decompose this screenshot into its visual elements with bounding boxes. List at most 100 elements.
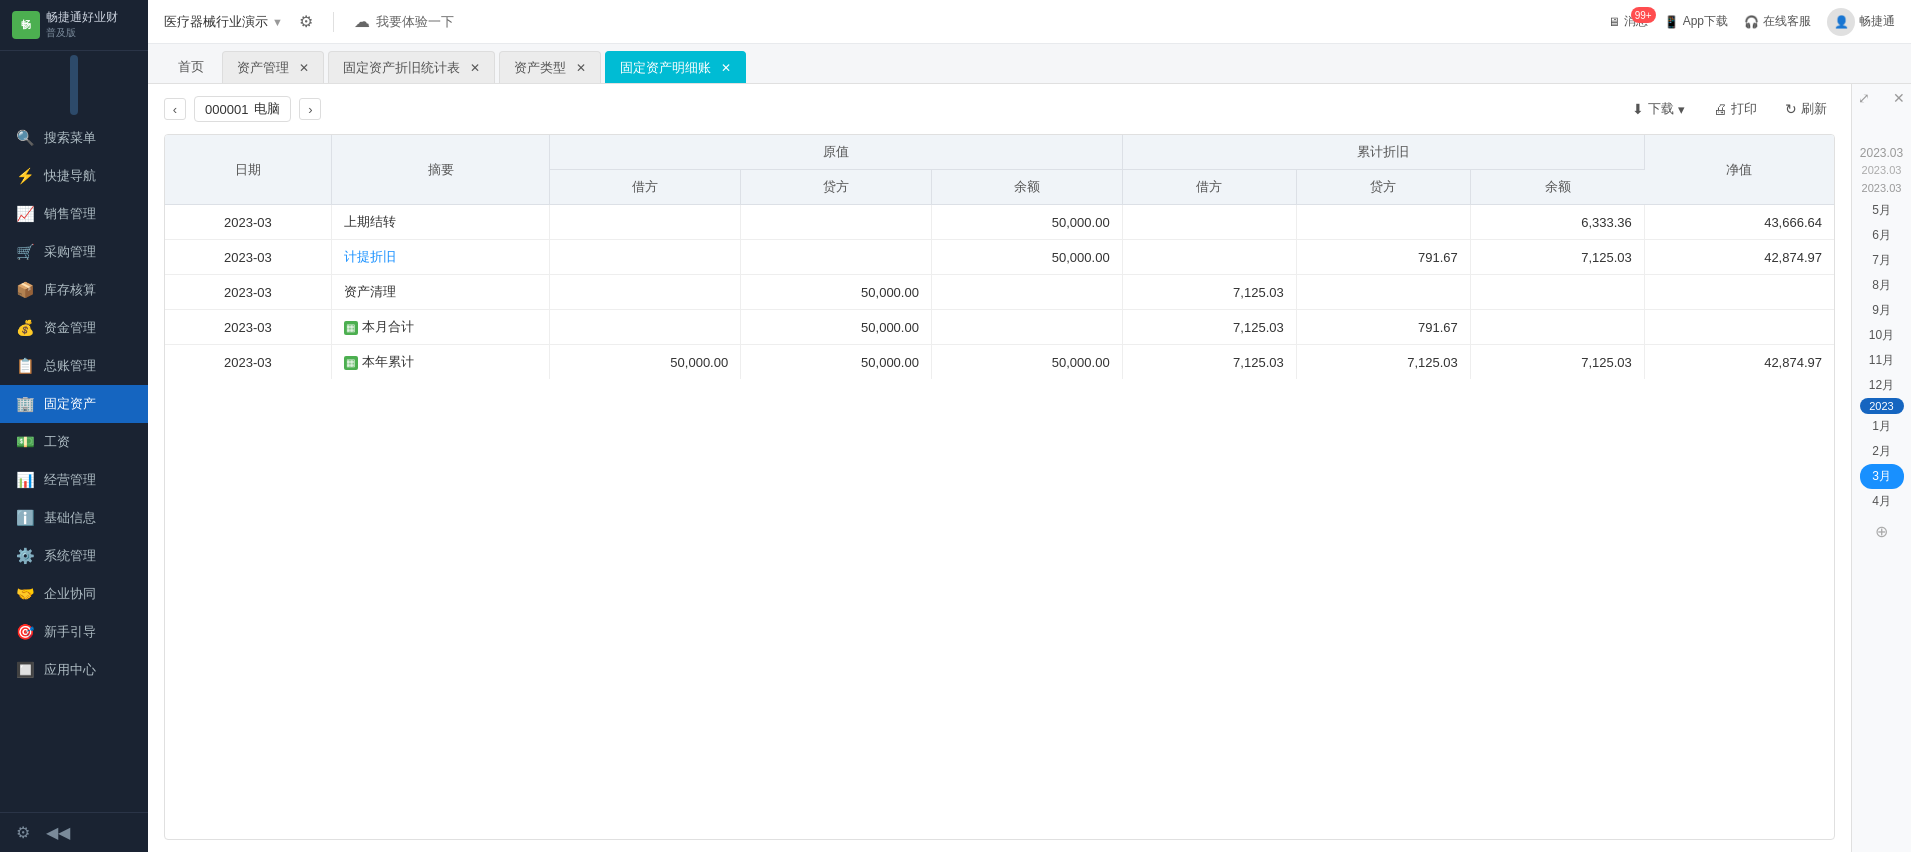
timeline-close-button[interactable]: ✕ <box>1893 90 1905 106</box>
timeline-item[interactable]: 7月 <box>1860 248 1904 273</box>
panel-nav: ‹ 000001 电脑 › ⬇ 下载 ▾ 🖨 打印 <box>164 96 1835 122</box>
cell-orig-credit: 50,000.00 <box>741 310 932 345</box>
timeline-item[interactable]: 11月 <box>1860 348 1904 373</box>
prev-asset-button[interactable]: ‹ <box>164 98 186 120</box>
sidebar-item-guide[interactable]: 🎯 新手引导 <box>0 613 148 651</box>
tab-fixed-asset-detail[interactable]: 固定资产明细账 ✕ <box>605 51 746 83</box>
sidebar-item-label: 工资 <box>44 433 70 451</box>
cell-accum-debit <box>1122 205 1296 240</box>
cell-date: 2023-03 <box>165 240 331 275</box>
link-text[interactable]: 计提折旧 <box>344 249 396 264</box>
cell-date: 2023-03 <box>165 310 331 345</box>
timeline-item[interactable]: 4月 <box>1860 489 1904 514</box>
cell-accum-credit: 791.67 <box>1296 310 1470 345</box>
salary-icon: 💵 <box>16 433 34 451</box>
timeline-item[interactable]: 2023 <box>1860 398 1904 414</box>
cell-summary: 计提折旧 <box>331 240 550 275</box>
tab-home[interactable]: 首页 <box>164 51 218 83</box>
sales-icon: 📈 <box>16 205 34 223</box>
cell-accum-credit: 7,125.03 <box>1296 345 1470 380</box>
print-icon: 🖨 <box>1713 101 1727 117</box>
download-dropdown-icon: ▾ <box>1678 102 1685 117</box>
logo-text: 畅捷通好业财 普及版 <box>46 10 118 40</box>
fixed-assets-icon: 🏢 <box>16 395 34 413</box>
cell-orig-balance <box>931 310 1122 345</box>
tab-close-icon[interactable]: ✕ <box>470 61 480 75</box>
inventory-icon: 📦 <box>16 281 34 299</box>
col-orig-debit: 借方 <box>550 170 741 205</box>
app-download-button[interactable]: 📱 App下载 <box>1664 13 1728 30</box>
sidebar-item-ledger[interactable]: 📋 总账管理 <box>0 347 148 385</box>
dropdown-arrow-icon: ▼ <box>272 16 283 28</box>
cell-net-value: 43,666.64 <box>1644 205 1834 240</box>
print-button[interactable]: 🖨 打印 <box>1705 96 1765 122</box>
basic-info-icon: ℹ️ <box>16 509 34 527</box>
timeline-item[interactable]: 1月 <box>1860 414 1904 439</box>
customer-service-button[interactable]: 🎧 在线客服 <box>1744 13 1811 30</box>
message-icon: 🖥 <box>1608 15 1620 29</box>
cell-orig-debit <box>550 240 741 275</box>
sidebar-item-label: 总账管理 <box>44 357 96 375</box>
sidebar-item-purchase[interactable]: 🛒 采购管理 <box>0 233 148 271</box>
sidebar-item-basic-info[interactable]: ℹ️ 基础信息 <box>0 499 148 537</box>
table-row: 2023-03 上期结转 50,000.00 6,333.36 43,666.6… <box>165 205 1834 240</box>
tab-close-icon[interactable]: ✕ <box>721 61 731 75</box>
sidebar-item-label: 经营管理 <box>44 471 96 489</box>
timeline-item[interactable]: 8月 <box>1860 273 1904 298</box>
timeline-item[interactable]: 3月 <box>1860 464 1904 489</box>
divider <box>333 12 334 32</box>
cell-orig-credit: 50,000.00 <box>741 345 932 380</box>
download-button[interactable]: ⬇ 下载 ▾ <box>1624 96 1693 122</box>
sidebar-item-collaboration[interactable]: 🤝 企业协同 <box>0 575 148 613</box>
cell-summary: ▦本年累计 <box>331 345 550 380</box>
sidebar-item-label: 固定资产 <box>44 395 96 413</box>
cell-accum-debit: 7,125.03 <box>1122 310 1296 345</box>
sidebar-item-system[interactable]: ⚙️ 系统管理 <box>0 537 148 575</box>
sidebar-item-sales[interactable]: 📈 销售管理 <box>0 195 148 233</box>
message-button[interactable]: 🖥 消息 99+ <box>1608 13 1648 30</box>
settings-icon[interactable]: ⚙ <box>16 823 30 842</box>
tab-depreciation-stats[interactable]: 固定资产折旧统计表 ✕ <box>328 51 495 83</box>
cell-net-value <box>1644 310 1834 345</box>
timeline-item[interactable]: 12月 <box>1860 373 1904 398</box>
experience-button[interactable]: ☁ 我要体验一下 <box>354 12 454 31</box>
timeline-item[interactable]: 2023.03 <box>1860 178 1904 198</box>
tab-asset-type[interactable]: 资产类型 ✕ <box>499 51 601 83</box>
customer-service-icon: 🎧 <box>1744 15 1759 29</box>
sidebar-item-inventory[interactable]: 📦 库存核算 <box>0 271 148 309</box>
timeline-item[interactable]: 5月 <box>1860 198 1904 223</box>
cell-summary: 上期结转 <box>331 205 550 240</box>
sidebar-item-label: 销售管理 <box>44 205 96 223</box>
sidebar-item-operations[interactable]: 📊 经营管理 <box>0 461 148 499</box>
timeline-item[interactable]: 10月 <box>1860 323 1904 348</box>
settings-icon[interactable]: ⚙ <box>299 12 313 31</box>
tabbar: 首页 资产管理 ✕ 固定资产折旧统计表 ✕ 资产类型 ✕ 固定资产明细账 ✕ <box>148 44 1911 84</box>
user-profile[interactable]: 👤 畅捷通 <box>1827 8 1895 36</box>
logo-icon: 畅 <box>12 11 40 39</box>
sidebar-item-label: 基础信息 <box>44 509 96 527</box>
asset-selector[interactable]: 000001 电脑 <box>194 96 291 122</box>
topbar-title: 医疗器械行业演示 ▼ <box>164 13 283 31</box>
timeline-panel: ✕ ⤢ 2023.03 2023.03 2023.035月6月7月8月9月10月… <box>1851 84 1911 852</box>
timeline-scroll-down[interactable]: ⊕ <box>1875 522 1888 541</box>
next-asset-button[interactable]: › <box>299 98 321 120</box>
tab-asset-management[interactable]: 资产管理 ✕ <box>222 51 324 83</box>
sidebar-item-fixed-assets[interactable]: 🏢 固定资产 <box>0 385 148 423</box>
tab-close-icon[interactable]: ✕ <box>576 61 586 75</box>
collapse-icon[interactable]: ◀◀ <box>46 823 70 842</box>
guide-icon: 🎯 <box>16 623 34 641</box>
sidebar-item-search[interactable]: 🔍 搜索菜单 <box>0 119 148 157</box>
cell-summary: ▦本月合计 <box>331 310 550 345</box>
refresh-button[interactable]: ↻ 刷新 <box>1777 96 1835 122</box>
sidebar-item-label: 快捷导航 <box>44 167 96 185</box>
sidebar: 畅 畅捷通好业财 普及版 🔍 搜索菜单 ⚡ 快捷导航 📈 销售管理 🛒 采购管理… <box>0 0 148 852</box>
sidebar-item-quicknav[interactable]: ⚡ 快捷导航 <box>0 157 148 195</box>
timeline-item[interactable]: 6月 <box>1860 223 1904 248</box>
timeline-item[interactable]: 2月 <box>1860 439 1904 464</box>
timeline-expand-button[interactable]: ⤢ <box>1858 90 1870 106</box>
sidebar-item-salary[interactable]: 💵 工资 <box>0 423 148 461</box>
tab-close-icon[interactable]: ✕ <box>299 61 309 75</box>
sidebar-item-finance[interactable]: 💰 资金管理 <box>0 309 148 347</box>
timeline-item[interactable]: 9月 <box>1860 298 1904 323</box>
sidebar-item-app-center[interactable]: 🔲 应用中心 <box>0 651 148 689</box>
